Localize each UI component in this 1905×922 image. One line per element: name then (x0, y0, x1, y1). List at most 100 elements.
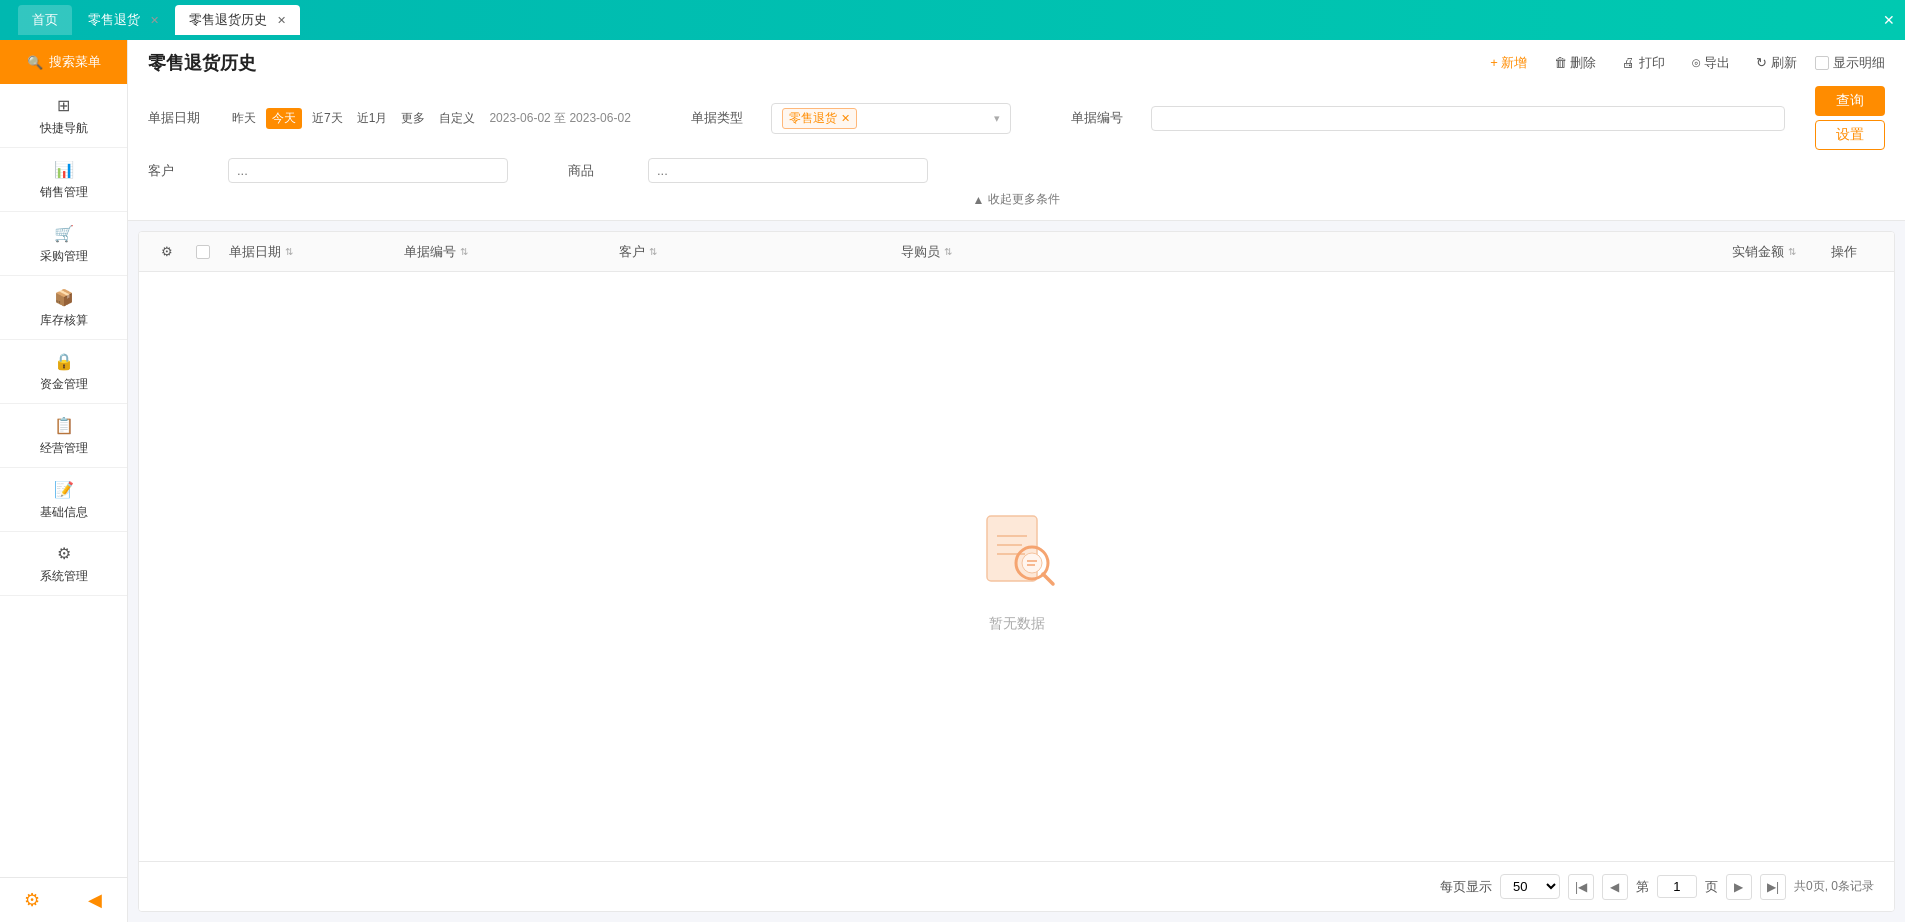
total-info: 共0页, 0条记录 (1794, 878, 1874, 895)
settings-button[interactable]: 设置 (1815, 120, 1885, 150)
bill-type-label: 单据类型 (691, 109, 751, 127)
sales-icon: 📊 (53, 158, 75, 180)
show-detail-toggle[interactable]: 显示明细 (1815, 54, 1885, 72)
bill-type-tag-close[interactable]: ✕ (841, 112, 850, 125)
date-opt-today[interactable]: 今天 (266, 108, 302, 129)
empty-state: 暂无数据 (139, 272, 1894, 861)
settings-bottom-btn[interactable]: ⚙ (0, 878, 64, 922)
top-bar: 首页 零售退货 ✕ 零售退货历史 ✕ ✕ (0, 0, 1905, 40)
sidebar-item-finance[interactable]: 🔒 资金管理 (0, 340, 127, 404)
page-header: 零售退货历史 + 新增 🗑 删除 🖨 打印 ⊙ 导出 ↻ 刷新 显示明细 (128, 40, 1905, 221)
inventory-icon: 📦 (53, 286, 75, 308)
window-close-button[interactable]: ✕ (1883, 12, 1895, 28)
sidebar-bottom: ⚙ ◀ (0, 877, 127, 922)
delete-button[interactable]: 🗑 删除 (1546, 50, 1605, 76)
page-number-input[interactable] (1657, 875, 1697, 898)
th-guide: 导购员 ⇅ (893, 243, 1108, 261)
system-icon: ⚙ (53, 542, 75, 564)
refresh-button[interactable]: ↻ 刷新 (1748, 50, 1805, 76)
main-layout: 🔍 搜索菜单 ⊞ 快捷导航 📊 销售管理 🛒 采购管理 📦 库存核算 🔒 资金管… (0, 40, 1905, 922)
operations-icon: 📋 (53, 414, 75, 436)
tab-retail-return[interactable]: 零售退货 ✕ (74, 5, 173, 35)
tab-home[interactable]: 首页 (18, 5, 72, 35)
date-options: 昨天 今天 近7天 近1月 更多 自定义 2023-06-02 至 2023-0… (228, 108, 631, 129)
th-check[interactable] (185, 245, 221, 259)
pagination-bar: 每页显示 10 20 50 100 |◀ ◀ 第 页 ▶ ▶| 共0页, 0条记… (139, 861, 1894, 911)
th-amount-sort[interactable]: ⇅ (1788, 246, 1796, 257)
date-range-display: 2023-06-02 至 2023-06-02 (489, 110, 630, 127)
svg-point-5 (1022, 553, 1042, 573)
prev-page-btn[interactable]: ◀ (1602, 874, 1628, 900)
sidebar-search[interactable]: 🔍 搜索菜单 (0, 40, 127, 84)
th-customer-sort[interactable]: ⇅ (649, 246, 657, 257)
table-header: ⚙ 单据日期 ⇅ 单据编号 ⇅ 客户 ⇅ 导购员 ⇅ (139, 232, 1894, 272)
customer-label: 客户 (148, 162, 208, 180)
show-detail-checkbox[interactable] (1815, 56, 1829, 70)
filter-row-1: 单据日期 昨天 今天 近7天 近1月 更多 自定义 2023-06-02 至 2… (148, 86, 1885, 150)
th-customer-label: 客户 (619, 243, 645, 261)
sidebar-item-inventory[interactable]: 📦 库存核算 (0, 276, 127, 340)
collapse-up-icon: ▲ (973, 193, 985, 207)
th-amount: 实销金额 ⇅ (1655, 243, 1804, 261)
page-title-row: 零售退货历史 + 新增 🗑 删除 🖨 打印 ⊙ 导出 ↻ 刷新 显示明细 (148, 50, 1885, 76)
base-icon: 📝 (53, 478, 75, 500)
filter-area: 单据日期 昨天 今天 近7天 近1月 更多 自定义 2023-06-02 至 2… (148, 86, 1885, 220)
print-button[interactable]: 🖨 打印 (1614, 50, 1673, 76)
tab-list: 首页 零售退货 ✕ 零售退货历史 ✕ (18, 5, 1883, 35)
toolbar: + 新增 🗑 删除 🖨 打印 ⊙ 导出 ↻ 刷新 显示明细 (1482, 50, 1885, 76)
sidebar-item-base[interactable]: 📝 基础信息 (0, 468, 127, 532)
th-customer: 客户 ⇅ (611, 243, 893, 261)
date-opt-1month[interactable]: 近1月 (353, 108, 392, 129)
customer-input[interactable] (228, 158, 508, 183)
select-all-checkbox[interactable] (196, 245, 210, 259)
th-gear[interactable]: ⚙ (149, 244, 185, 259)
add-button[interactable]: + 新增 (1482, 50, 1535, 76)
sidebar-item-operations[interactable]: 📋 经营管理 (0, 404, 127, 468)
sidebar-item-purchase[interactable]: 🛒 采购管理 (0, 212, 127, 276)
sidebar: 🔍 搜索菜单 ⊞ 快捷导航 📊 销售管理 🛒 采购管理 📦 库存核算 🔒 资金管… (0, 40, 128, 922)
th-billno-sort[interactable]: ⇅ (460, 246, 468, 257)
th-guide-label: 导购员 (901, 243, 940, 261)
th-guide-sort[interactable]: ⇅ (944, 246, 952, 257)
sidebar-item-system[interactable]: ⚙ 系统管理 (0, 532, 127, 596)
page-input-prefix: 第 (1636, 878, 1649, 896)
purchase-icon: 🛒 (53, 222, 75, 244)
page-title: 零售退货历史 (148, 51, 256, 75)
bill-type-tag: 零售退货 ✕ (782, 108, 857, 129)
search-icon: 🔍 (27, 55, 43, 70)
date-opt-custom[interactable]: 自定义 (435, 108, 479, 129)
th-action-label: 操作 (1831, 243, 1857, 261)
th-action: 操作 (1804, 243, 1884, 261)
th-date-sort[interactable]: ⇅ (285, 246, 293, 257)
bill-no-input[interactable] (1151, 106, 1785, 131)
date-opt-more[interactable]: 更多 (397, 108, 429, 129)
goods-input[interactable] (648, 158, 928, 183)
page-size-label: 每页显示 (1440, 878, 1492, 896)
first-page-btn[interactable]: |◀ (1568, 874, 1594, 900)
collapse-filter-btn[interactable]: ▲ 收起更多条件 (148, 191, 1885, 208)
export-button[interactable]: ⊙ 导出 (1683, 50, 1739, 76)
empty-text: 暂无数据 (989, 615, 1045, 633)
bill-type-chevron: ▾ (994, 112, 1000, 125)
th-date: 单据日期 ⇅ (221, 243, 396, 261)
goods-label: 商品 (568, 162, 628, 180)
date-opt-7days[interactable]: 近7天 (308, 108, 347, 129)
close-retail-return-tab[interactable]: ✕ (150, 14, 159, 27)
tab-retail-return-history[interactable]: 零售退货历史 ✕ (175, 5, 300, 35)
th-amount-label: 实销金额 (1732, 243, 1784, 261)
sidebar-item-sales[interactable]: 📊 销售管理 (0, 148, 127, 212)
query-button[interactable]: 查询 (1815, 86, 1885, 116)
collapse-sidebar-btn[interactable]: ◀ (64, 878, 128, 922)
page-size-select[interactable]: 10 20 50 100 (1500, 874, 1560, 899)
sidebar-item-quick-nav[interactable]: ⊞ 快捷导航 (0, 84, 127, 148)
date-opt-yesterday[interactable]: 昨天 (228, 108, 260, 129)
close-retail-return-history-tab[interactable]: ✕ (277, 14, 286, 27)
bill-type-select[interactable]: 零售退货 ✕ ▾ (771, 103, 1011, 134)
last-page-btn[interactable]: ▶| (1760, 874, 1786, 900)
table-container: ⚙ 单据日期 ⇅ 单据编号 ⇅ 客户 ⇅ 导购员 ⇅ (138, 231, 1895, 912)
bill-no-label: 单据编号 (1071, 109, 1131, 127)
next-page-btn[interactable]: ▶ (1726, 874, 1752, 900)
query-settings-btns: 查询 设置 (1815, 86, 1885, 150)
empty-icon (967, 501, 1067, 601)
content-area: 零售退货历史 + 新增 🗑 删除 🖨 打印 ⊙ 导出 ↻ 刷新 显示明细 (128, 40, 1905, 922)
